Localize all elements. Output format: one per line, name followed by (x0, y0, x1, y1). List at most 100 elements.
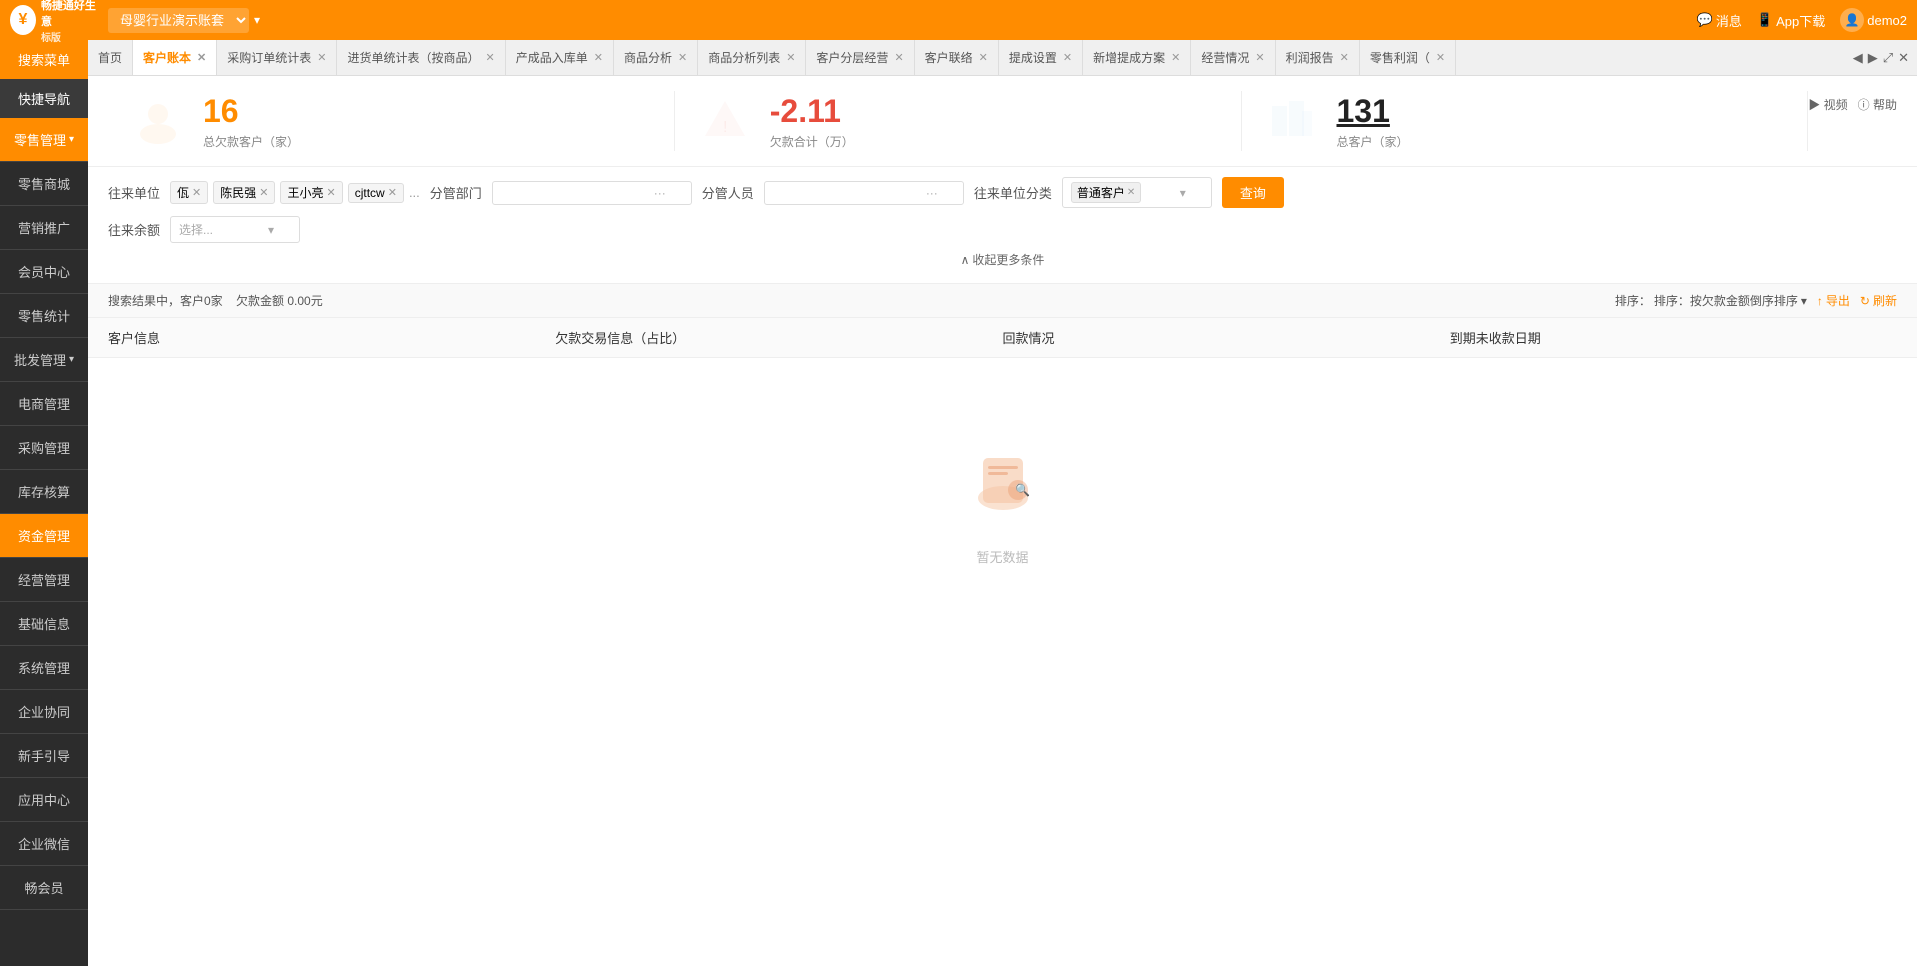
results-right: 排序： 排序：按欠款金额倒序排序 ▾ ↑ 导出 ↻ 刷新 (1615, 292, 1897, 309)
user-avatar[interactable]: 👤 demo2 (1840, 8, 1907, 32)
sidebar-item-inventory[interactable]: 库存核算 (0, 470, 88, 514)
message-btn[interactable]: 💬 消息 (1697, 11, 1742, 30)
filter-bar: 往来单位 佤 ✕ 陈民强 ✕ 王小亮 ✕ (88, 167, 1917, 284)
sidebar-quick-nav[interactable]: 快捷导航 (0, 79, 88, 118)
app-download-btn[interactable]: 📱 App下载 (1757, 11, 1825, 30)
tab-close-all-btn[interactable]: ✕ (1898, 50, 1909, 66)
sidebar-item-ecom[interactable]: 电商管理 (0, 382, 88, 426)
stat-debt-amount: ! -2.11 欠款合计（万） (675, 91, 1242, 151)
sidebar-item-enterprise-wx[interactable]: 企业微信 (0, 822, 88, 866)
filter-tag-wa-close[interactable]: ✕ (192, 186, 201, 199)
sidebar: 搜索菜单 快捷导航 零售管理 ▾ 零售商城 营销推广 会员中心 零售统计 批发管… (0, 40, 88, 966)
tab-new-boost-close[interactable]: ✕ (1171, 51, 1180, 64)
sidebar-item-enterprise[interactable]: 企业协同 (0, 690, 88, 734)
unit-category-tag-close[interactable]: ✕ (1127, 187, 1135, 198)
unit-category-tag: 普通客户 ✕ (1071, 182, 1141, 203)
account-selector[interactable]: 母婴行业演示账套 (108, 8, 249, 33)
tab-retail-profit-close[interactable]: ✕ (1436, 51, 1445, 64)
sidebar-item-new-guide[interactable]: 新手引导 (0, 734, 88, 778)
person-selector[interactable]: ··· (764, 181, 964, 205)
tab-product-instock-close[interactable]: ✕ (594, 51, 603, 64)
tab-profit-report[interactable]: 利润报告 ✕ (1276, 40, 1360, 75)
tab-product-instock[interactable]: 产成品入库单 ✕ (506, 40, 614, 75)
filter-tag-cjttcw[interactable]: cjttcw ✕ (348, 183, 404, 203)
tab-new-boost[interactable]: 新增提成方案 ✕ (1083, 40, 1191, 75)
export-button[interactable]: ↑ 导出 (1817, 292, 1850, 309)
tab-purchase-order[interactable]: 采购订单统计表 ✕ (217, 40, 337, 75)
unit-filter-label: 往来单位 (108, 183, 160, 202)
sidebar-item-app-center[interactable]: 应用中心 (0, 778, 88, 822)
results-summary: 搜索结果中，客户0家 欠款金额 0.00元 (108, 292, 323, 309)
tab-next-btn[interactable]: ▶ (1868, 50, 1878, 66)
sort-label: 排序： (1615, 292, 1651, 309)
table-header: 客户信息 欠款交易信息（占比） 回款情况 到期未收款日期 (88, 318, 1917, 358)
stat-total2-info: 131 总客户（家） (1337, 93, 1409, 150)
filter-more-btn[interactable]: ... (409, 185, 420, 200)
sidebar-item-sys[interactable]: 系统管理 (0, 646, 88, 690)
filter-tag-cjttcw-close[interactable]: ✕ (388, 186, 397, 199)
chevron-up-icon: ∧ (961, 253, 970, 267)
sidebar-item-basic-info[interactable]: 基础信息 (0, 602, 88, 646)
refresh-button[interactable]: ↻ 刷新 (1860, 292, 1897, 309)
tab-inventory-stats[interactable]: 进货单统计表（按商品） ✕ (337, 40, 505, 75)
filter-tag-wa[interactable]: 佤 ✕ (170, 181, 208, 204)
sidebar-item-marketing[interactable]: 营销推广 (0, 206, 88, 250)
collapse-btn[interactable]: ∧ 收起更多条件 (961, 251, 1045, 268)
total-customers2-value: 131 (1337, 93, 1409, 130)
balance-selector[interactable]: 选择... ▾ (170, 216, 300, 243)
dept-selector-dots: ··· (654, 186, 666, 200)
tab-customer-tier[interactable]: 客户分层经营 ✕ (806, 40, 914, 75)
tab-home[interactable]: 首页 (88, 40, 133, 75)
sidebar-item-retail-mall[interactable]: 零售商城 (0, 162, 88, 206)
tab-customer-ledger-close[interactable]: ✕ (197, 51, 206, 64)
debt-icon: ! (695, 91, 755, 151)
help-btn[interactable]: ⓘ 帮助 (1858, 96, 1897, 113)
sidebar-item-ops[interactable]: 经营管理 (0, 558, 88, 602)
video-btn[interactable]: ▶ 视频 (1808, 96, 1847, 113)
filter-row-1: 往来单位 佤 ✕ 陈民强 ✕ 王小亮 ✕ (108, 177, 1897, 208)
dept-selector[interactable]: ··· (492, 181, 692, 205)
tab-product-analysis-list-close[interactable]: ✕ (786, 51, 795, 64)
balance-filter-label: 往来余额 (108, 220, 160, 239)
tab-purchase-order-close[interactable]: ✕ (317, 51, 326, 64)
tab-retail-profit[interactable]: 零售利润（ ✕ (1360, 40, 1456, 75)
tab-product-analysis-close[interactable]: ✕ (678, 51, 687, 64)
tab-ops[interactable]: 经营情况 ✕ (1191, 40, 1275, 75)
customers-icon (128, 91, 188, 151)
unit-category-selector[interactable]: 普通客户 ✕ ▾ (1062, 177, 1212, 208)
tab-inventory-stats-close[interactable]: ✕ (486, 51, 495, 64)
sidebar-item-retail-mgmt[interactable]: 零售管理 ▾ (0, 118, 88, 162)
sidebar-item-vip-member[interactable]: 畅会员 (0, 866, 88, 910)
tab-boost-settings-close[interactable]: ✕ (1063, 51, 1072, 64)
tab-product-analysis[interactable]: 商品分析 ✕ (614, 40, 698, 75)
message-icon: 💬 (1697, 12, 1713, 28)
col-debt-info: 欠款交易信息（占比） (555, 328, 1002, 347)
tab-customer-tier-close[interactable]: ✕ (894, 51, 903, 64)
filter-tag-chen[interactable]: 陈民强 ✕ (213, 181, 275, 204)
tab-ops-close[interactable]: ✕ (1255, 51, 1264, 64)
tab-product-analysis-list[interactable]: 商品分析列表 ✕ (698, 40, 806, 75)
search-result-label: 搜索结果中，客户0家 (108, 294, 223, 308)
filter-tags: 佤 ✕ 陈民强 ✕ 王小亮 ✕ cjttcw ✕ (170, 181, 420, 204)
tab-prev-btn[interactable]: ◀ (1853, 50, 1863, 66)
filter-tag-wang-close[interactable]: ✕ (327, 186, 336, 199)
filter-tag-wang[interactable]: 王小亮 ✕ (280, 181, 342, 204)
sidebar-item-retail-stats[interactable]: 零售统计 (0, 294, 88, 338)
tab-profit-report-close[interactable]: ✕ (1340, 51, 1349, 64)
tab-boost-settings[interactable]: 提成设置 ✕ (999, 40, 1083, 75)
col-customer-info: 客户信息 (108, 328, 555, 347)
sidebar-item-purchase[interactable]: 采购管理 (0, 426, 88, 470)
filter-tag-chen-close[interactable]: ✕ (259, 186, 268, 199)
sort-button[interactable]: 排序： 排序：按欠款金额倒序排序 ▾ (1615, 292, 1807, 309)
main-layout: 搜索菜单 快捷导航 零售管理 ▾ 零售商城 营销推广 会员中心 零售统计 批发管… (0, 40, 1917, 966)
tab-customer-contact[interactable]: 客户联络 ✕ (915, 40, 999, 75)
tab-expand-btn[interactable]: ⤢ (1883, 50, 1893, 66)
tab-customer-ledger[interactable]: 客户账本 ✕ (133, 40, 217, 75)
sidebar-item-member-center[interactable]: 会员中心 (0, 250, 88, 294)
sidebar-item-finance[interactable]: 资金管理 (0, 514, 88, 558)
sidebar-item-batch-mgmt[interactable]: 批发管理 ▾ (0, 338, 88, 382)
tab-customer-contact-close[interactable]: ✕ (979, 51, 988, 64)
query-button[interactable]: 查询 (1222, 177, 1284, 208)
svg-text:🔍: 🔍 (1015, 482, 1030, 497)
sidebar-search[interactable]: 搜索菜单 (0, 40, 88, 79)
